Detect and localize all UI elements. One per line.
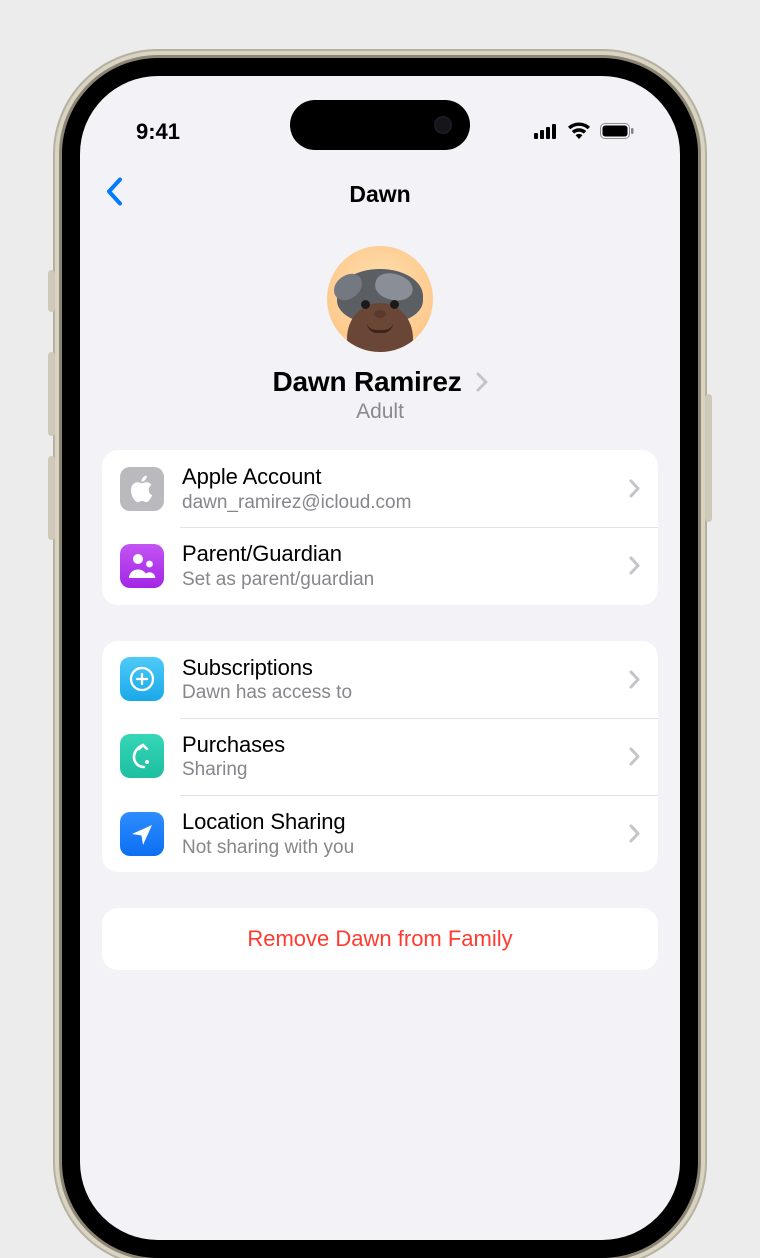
profile-name: Dawn Ramirez	[273, 366, 462, 398]
row-subtitle: Dawn has access to	[182, 681, 621, 705]
chevron-right-icon	[629, 556, 640, 575]
danger-group: Remove Dawn from Family	[102, 908, 658, 970]
chevron-left-icon	[106, 178, 123, 206]
volume-down-button	[48, 456, 55, 540]
profile-role: Adult	[102, 400, 658, 424]
parent-guardian-row[interactable]: Parent/Guardian Set as parent/guardian	[102, 527, 658, 604]
row-title: Apple Account	[182, 463, 621, 491]
chevron-right-icon	[629, 747, 640, 766]
wifi-icon	[567, 119, 591, 145]
location-icon	[120, 812, 164, 856]
row-subtitle: Not sharing with you	[182, 836, 621, 860]
sharing-group: Subscriptions Dawn has access to Purchas…	[102, 641, 658, 873]
profile-header: Dawn Ramirez Adult	[102, 238, 658, 450]
phone-frame: 9:41 Dawn	[62, 58, 698, 1258]
chevron-right-icon	[629, 670, 640, 689]
battery-icon	[600, 119, 634, 145]
nav-bar: Dawn	[80, 164, 680, 224]
remove-from-family-button[interactable]: Remove Dawn from Family	[102, 908, 658, 970]
location-sharing-row[interactable]: Location Sharing Not sharing with you	[102, 795, 658, 872]
purchases-icon	[120, 734, 164, 778]
screen: 9:41 Dawn	[80, 76, 680, 1240]
remove-label: Remove Dawn from Family	[247, 926, 512, 952]
chevron-right-icon	[476, 372, 488, 392]
row-subtitle: dawn_ramirez@icloud.com	[182, 491, 621, 515]
subscriptions-row[interactable]: Subscriptions Dawn has access to	[102, 641, 658, 718]
silence-switch	[48, 270, 55, 312]
avatar	[327, 246, 433, 352]
row-subtitle: Sharing	[182, 758, 621, 782]
row-title: Subscriptions	[182, 654, 621, 682]
front-camera	[434, 116, 452, 134]
purchases-row[interactable]: Purchases Sharing	[102, 718, 658, 795]
cellular-icon	[534, 119, 558, 145]
apple-account-row[interactable]: Apple Account dawn_ramirez@icloud.com	[102, 450, 658, 527]
profile-name-button[interactable]: Dawn Ramirez	[273, 366, 488, 398]
account-group: Apple Account dawn_ramirez@icloud.com Pa…	[102, 450, 658, 605]
volume-up-button	[48, 352, 55, 436]
chevron-right-icon	[629, 824, 640, 843]
power-button	[705, 394, 712, 522]
row-title: Location Sharing	[182, 808, 621, 836]
back-button[interactable]	[98, 170, 131, 219]
chevron-right-icon	[629, 479, 640, 498]
subscriptions-icon	[120, 657, 164, 701]
status-time: 9:41	[136, 119, 180, 145]
nav-title: Dawn	[349, 181, 410, 208]
row-title: Parent/Guardian	[182, 540, 621, 568]
parent-guardian-icon	[120, 544, 164, 588]
apple-icon	[120, 467, 164, 511]
row-title: Purchases	[182, 731, 621, 759]
row-subtitle: Set as parent/guardian	[182, 568, 621, 592]
dynamic-island	[290, 100, 470, 150]
